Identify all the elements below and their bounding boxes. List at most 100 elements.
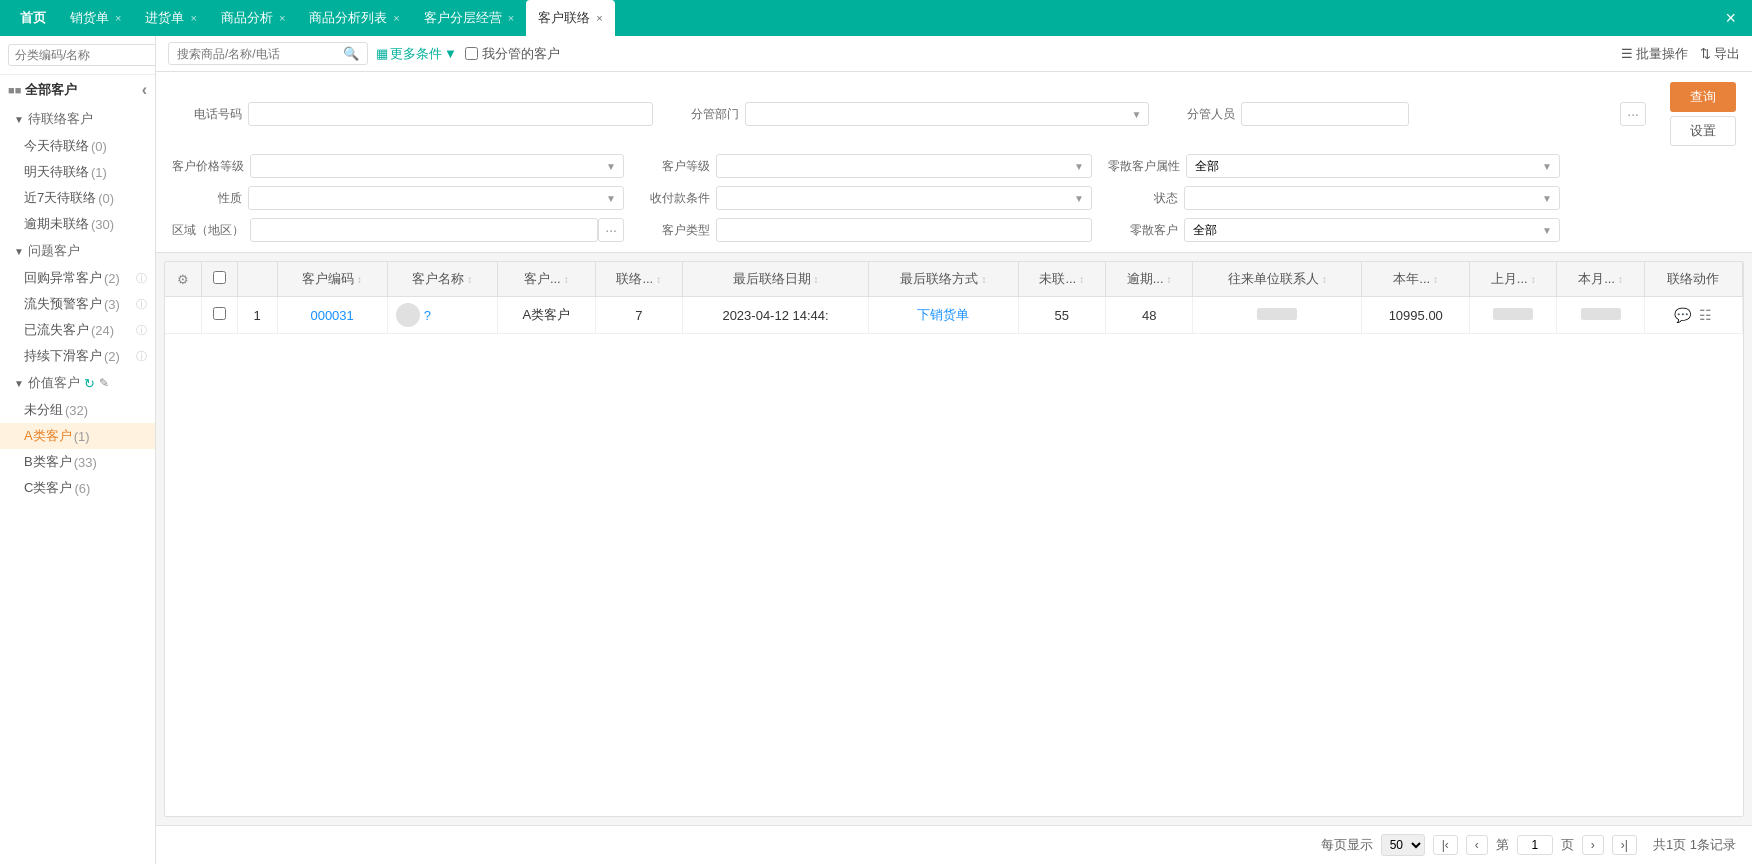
sidebar-search-input[interactable] [8, 44, 156, 66]
retail-customer-select[interactable]: 全部 [1184, 218, 1560, 242]
help-icon-abnormal: ⓘ [136, 271, 147, 286]
nav-item-goods-analysis-list[interactable]: 商品分析列表 × [297, 0, 411, 36]
area-input[interactable] [250, 218, 598, 242]
page-input[interactable] [1517, 835, 1553, 855]
my-customers-checkbox[interactable] [465, 47, 478, 60]
sidebar-item-a-class[interactable]: A类客户 (1) [0, 423, 155, 449]
sort-this-month-icon[interactable]: ↕ [1618, 274, 1623, 285]
sort-last-month-icon[interactable]: ↕ [1531, 274, 1536, 285]
select-all-checkbox[interactable] [213, 271, 226, 284]
help-icon-churned: ⓘ [136, 323, 147, 338]
per-page-select[interactable]: 50 [1381, 834, 1425, 856]
refresh-icon[interactable]: ↻ [84, 376, 95, 391]
export-button[interactable]: ⇅ 导出 [1700, 45, 1740, 63]
sidebar-collapse-btn[interactable]: ‹ [142, 81, 147, 99]
filter-retail-attr: 零散客户属性 全部 ▼ [1108, 154, 1560, 178]
nature-select-wrapper: ▼ [248, 186, 624, 210]
customer-code-link[interactable]: 000031 [310, 308, 353, 323]
sidebar-item-tomorrow-contact[interactable]: 明天待联络 (1) [0, 159, 155, 185]
search-input[interactable] [177, 47, 343, 61]
retail-customer-select-wrapper: 全部 ▼ [1184, 218, 1560, 242]
sort-name-icon[interactable]: ↕ [467, 274, 472, 285]
prev-page-btn[interactable]: ‹ [1466, 835, 1488, 855]
close-purchase-tab[interactable]: × [190, 12, 196, 24]
sidebar-item-today-contact[interactable]: 今天待联络 (0) [0, 133, 155, 159]
query-button[interactable]: 查询 [1670, 82, 1736, 112]
status-select[interactable] [1184, 186, 1560, 210]
sidebar-item-overdue-contact[interactable]: 逾期未联络 (30) [0, 211, 155, 237]
nav-item-home[interactable]: 首页 [8, 0, 58, 36]
nature-select[interactable] [248, 186, 624, 210]
pending-contact-group[interactable]: ▼ 待联络客户 [0, 105, 155, 133]
close-customer-contact-tab[interactable]: × [596, 12, 602, 24]
sort-contact-icon[interactable]: ↕ [656, 274, 661, 285]
row-last-month-cell [1470, 297, 1557, 334]
sidebar-item-b-class[interactable]: B类客户 (33) [0, 449, 155, 475]
main-layout: 🔍 ■■ 全部客户 ‹ ▼ 待联络客户 今天待联络 (0) 明天待联络 (1) … [0, 36, 1752, 864]
toolbar-search-icon[interactable]: 🔍 [343, 46, 359, 61]
sort-no-contact-icon[interactable]: ↕ [1079, 274, 1084, 285]
close-sales-tab[interactable]: × [115, 12, 121, 24]
dept-select[interactable] [745, 102, 1150, 126]
nav-item-purchase[interactable]: 进货单 × [133, 0, 208, 36]
settings-button[interactable]: 设置 [1670, 116, 1736, 146]
sort-date-icon[interactable]: ↕ [814, 274, 819, 285]
sort-method-icon[interactable]: ↕ [981, 274, 986, 285]
grid-action-icon[interactable]: ☷ [1699, 307, 1712, 323]
sidebar-item-7day-contact[interactable]: 近7天待联络 (0) [0, 185, 155, 211]
help-icon-declining: ⓘ [136, 349, 147, 364]
staff-more-btn[interactable]: ··· [1620, 102, 1646, 126]
col-type-header: 客户... ↕ [497, 262, 595, 297]
nav-item-customer-tier[interactable]: 客户分层经营 × [412, 0, 526, 36]
contact-method-link[interactable]: 下销货单 [917, 307, 969, 322]
sort-unit-contact-icon[interactable]: ↕ [1322, 274, 1327, 285]
nav-item-customer-contact[interactable]: 客户联络 × [526, 0, 614, 36]
customer-name-link[interactable]: ? [424, 308, 431, 323]
sidebar-item-c-class[interactable]: C类客户 (6) [0, 475, 155, 501]
close-customer-tier-tab[interactable]: × [508, 12, 514, 24]
nav-item-sales[interactable]: 销货单 × [58, 0, 133, 36]
close-goods-analysis-list-tab[interactable]: × [393, 12, 399, 24]
edit-value-icon[interactable]: ✎ [99, 376, 109, 390]
col-num-header [237, 262, 277, 297]
row-this-month-cell [1557, 297, 1644, 334]
last-page-btn[interactable]: ›| [1612, 835, 1637, 855]
phone-input[interactable] [248, 102, 653, 126]
close-all-tabs[interactable]: × [1717, 8, 1744, 29]
all-customers-header[interactable]: ■■ 全部客户 ‹ [0, 75, 155, 105]
pay-term-select[interactable] [716, 186, 1092, 210]
sidebar-item-abnormal-repurchase[interactable]: 回购异常客户 (2) ⓘ [0, 265, 155, 291]
filter-customer-level: 客户等级 ▼ [640, 154, 1092, 178]
sort-overdue-icon[interactable]: ↕ [1167, 274, 1172, 285]
retail-attr-select-wrapper: 全部 ▼ [1186, 154, 1560, 178]
area-more-btn[interactable]: ··· [598, 218, 624, 242]
table-container: ⚙ 客户编码 ↕ [164, 261, 1744, 817]
close-goods-analysis-tab[interactable]: × [279, 12, 285, 24]
price-level-select[interactable] [250, 154, 624, 178]
this-month-placeholder [1581, 308, 1621, 320]
table-settings-gear[interactable]: ⚙ [177, 272, 189, 287]
pending-arrow-icon: ▼ [14, 114, 24, 125]
row-checkbox[interactable] [213, 307, 226, 320]
sidebar-item-declining[interactable]: 持续下滑客户 (2) ⓘ [0, 343, 155, 369]
toolbar-search: 🔍 [168, 42, 368, 65]
next-page-btn[interactable]: › [1582, 835, 1604, 855]
staff-input[interactable] [1241, 102, 1409, 126]
sort-type-icon[interactable]: ↕ [564, 274, 569, 285]
first-page-btn[interactable]: |‹ [1433, 835, 1458, 855]
sort-code-icon[interactable]: ↕ [357, 274, 362, 285]
sidebar-item-ungrouped[interactable]: 未分组 (32) [0, 397, 155, 423]
sidebar-item-churned[interactable]: 已流失客户 (24) ⓘ [0, 317, 155, 343]
problem-customers-group[interactable]: ▼ 问题客户 [0, 237, 155, 265]
nav-item-goods-analysis[interactable]: 商品分析 × [209, 0, 297, 36]
sidebar-item-churn-warning[interactable]: 流失预警客户 (3) ⓘ [0, 291, 155, 317]
customer-level-select[interactable] [716, 154, 1092, 178]
comment-action-icon[interactable]: 💬 [1674, 307, 1691, 323]
retail-attr-select[interactable]: 全部 [1186, 154, 1560, 178]
more-filter-btn[interactable]: ▦ 更多条件 ▼ [376, 45, 457, 63]
sort-year-icon[interactable]: ↕ [1433, 274, 1438, 285]
customer-type-input[interactable] [716, 218, 1092, 242]
col-contact-header: 联络... ↕ [595, 262, 682, 297]
value-customers-group[interactable]: ▼ 价值客户 ↻ ✎ [0, 369, 155, 397]
batch-op-button[interactable]: ☰ 批量操作 [1621, 45, 1688, 63]
